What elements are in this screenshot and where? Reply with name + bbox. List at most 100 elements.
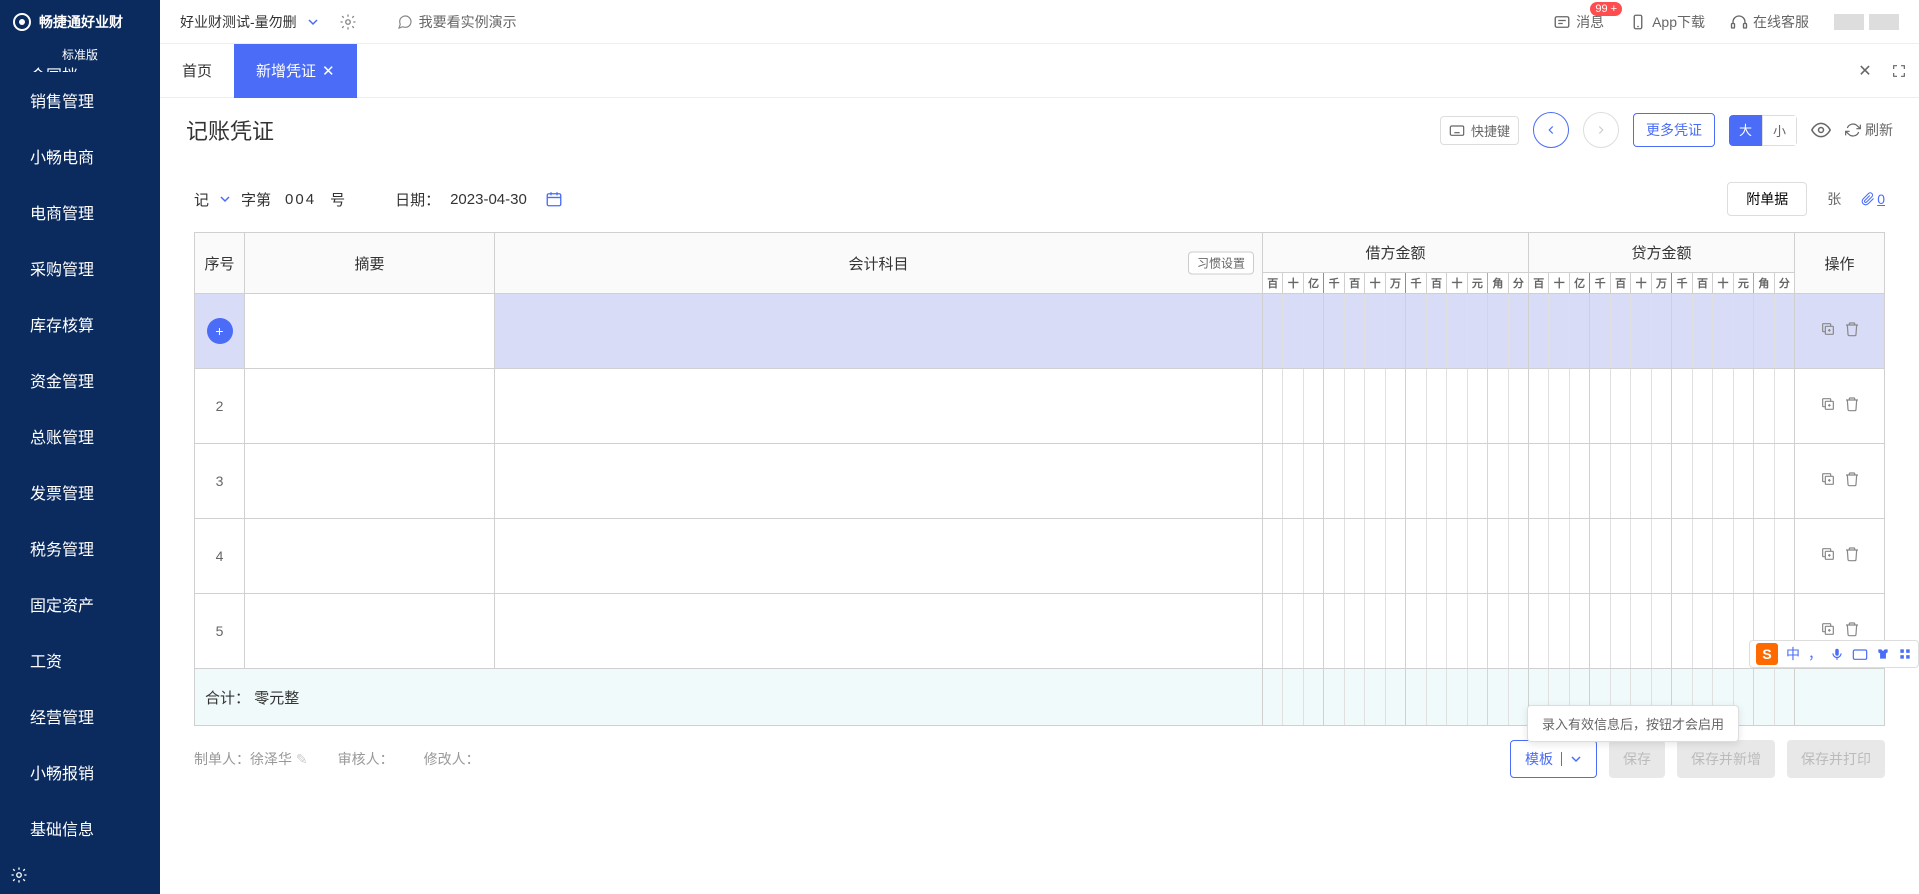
th-ops: 操作 <box>1795 233 1885 294</box>
close-all-tabs-button[interactable]: ✕ <box>1851 57 1879 85</box>
subject-cell[interactable] <box>495 444 1263 519</box>
table-row[interactable]: 5 <box>195 594 1885 669</box>
summary-cell[interactable] <box>245 369 495 444</box>
delete-row-icon[interactable] <box>1844 621 1860 637</box>
sidebar-item[interactable]: 库存核算 <box>0 296 160 352</box>
delete-row-icon[interactable] <box>1844 396 1860 412</box>
sidebar-settings[interactable] <box>0 856 160 894</box>
tab-home[interactable]: 首页 <box>160 44 234 98</box>
add-row-button[interactable]: + <box>207 318 233 344</box>
sidebar-item[interactable]: 经营管理 <box>0 688 160 744</box>
delete-row-icon[interactable] <box>1844 546 1860 562</box>
company-selector[interactable]: 好业财测试-量勿删 <box>180 12 319 32</box>
summary-cell[interactable] <box>245 294 495 369</box>
edit-icon[interactable]: ✎ <box>296 751 308 767</box>
sidebar-item[interactable]: 总账管理 <box>0 408 160 464</box>
ops-cell <box>1795 519 1885 594</box>
online-service-link[interactable]: 在线客服 <box>1730 12 1809 32</box>
debit-cell[interactable] <box>1263 444 1529 519</box>
ime-punct[interactable]: ， <box>1808 644 1822 664</box>
voucher-type[interactable]: 记 <box>194 189 209 210</box>
table-row[interactable]: 3 <box>195 444 1885 519</box>
copy-row-icon[interactable] <box>1820 546 1836 562</box>
voucher-number[interactable]: 004 <box>281 191 320 208</box>
sidebar-item[interactable]: 发票管理 <box>0 464 160 520</box>
shortcut-button[interactable]: 快捷键 <box>1440 116 1519 145</box>
fullscreen-button[interactable] <box>1885 57 1913 85</box>
subject-cell[interactable] <box>495 594 1263 669</box>
tab-close-icon[interactable]: ✕ <box>322 62 335 80</box>
debit-cell[interactable] <box>1263 519 1529 594</box>
seq-cell: 5 <box>195 594 245 669</box>
app-download-link[interactable]: App下载 <box>1629 12 1705 32</box>
delete-row-icon[interactable] <box>1844 321 1860 337</box>
sidebar-item[interactable]: 销售管理 <box>0 72 160 128</box>
sidebar-item[interactable]: 采购管理 <box>0 240 160 296</box>
copy-row-icon[interactable] <box>1820 321 1836 337</box>
summary-cell[interactable] <box>245 519 495 594</box>
debit-cell[interactable] <box>1263 369 1529 444</box>
ime-skin-icon[interactable] <box>1876 647 1890 661</box>
template-button[interactable]: 模板 <box>1510 740 1597 778</box>
tab-new-voucher[interactable]: 新增凭证 ✕ <box>234 44 357 98</box>
refresh-button[interactable]: 刷新 <box>1845 120 1893 140</box>
credit-cell[interactable] <box>1529 369 1795 444</box>
subject-cell[interactable] <box>495 294 1263 369</box>
copy-row-icon[interactable] <box>1820 621 1836 637</box>
ime-lang[interactable]: 中 <box>1786 644 1800 664</box>
sidebar-item[interactable]: 资金管理 <box>0 352 160 408</box>
credit-units: 百十亿千百十万千百十元角分 <box>1529 273 1795 294</box>
credit-cell[interactable] <box>1529 444 1795 519</box>
attach-document-button[interactable]: 附单据 <box>1727 182 1807 216</box>
messages-link[interactable]: 消息 99 + <box>1553 12 1604 32</box>
seq-cell: 3 <box>195 444 245 519</box>
phone-icon <box>1629 13 1647 31</box>
habit-settings-button[interactable]: 习惯设置 <box>1188 252 1254 275</box>
seq-cell: 4 <box>195 519 245 594</box>
top-right-links: 消息 99 + App下载 在线客服 <box>1553 12 1909 32</box>
sidebar-item[interactable]: 电商管理 <box>0 184 160 240</box>
ime-menu-icon[interactable] <box>1898 647 1912 661</box>
sidebar-item[interactable]: 小畅电商 <box>0 128 160 184</box>
sidebar-item[interactable]: 小畅报销 <box>0 744 160 800</box>
sidebar-item[interactable]: 税务管理 <box>0 520 160 576</box>
summary-cell[interactable] <box>245 444 495 519</box>
copy-row-icon[interactable] <box>1820 396 1836 412</box>
visibility-toggle[interactable] <box>1811 120 1831 140</box>
avatar-area[interactable] <box>1834 14 1899 30</box>
chevron-down-icon[interactable] <box>219 193 231 205</box>
subject-cell[interactable] <box>495 519 1263 594</box>
sidebar-item[interactable]: 固定资产 <box>0 576 160 632</box>
size-large-button[interactable]: 大 <box>1729 115 1762 146</box>
ime-voice-icon[interactable] <box>1830 647 1844 661</box>
sidebar-item[interactable]: 工资 <box>0 632 160 688</box>
nav-prev-button[interactable] <box>1533 112 1569 148</box>
sidebar-item[interactable]: 基础信息 <box>0 800 160 856</box>
delete-row-icon[interactable] <box>1844 471 1860 487</box>
sidebar-item-clipped[interactable]: 合同档 <box>0 62 160 72</box>
attach-unit: 张 <box>1827 189 1841 209</box>
seq-cell: 2 <box>195 369 245 444</box>
th-seq: 序号 <box>195 233 245 294</box>
table-row[interactable]: + <box>195 294 1885 369</box>
voucher-date[interactable]: 2023-04-30 <box>450 191 527 208</box>
ime-floating-bar[interactable]: S 中 ， <box>1749 640 1919 668</box>
table-row[interactable]: 2 <box>195 369 1885 444</box>
debit-cell[interactable] <box>1263 294 1529 369</box>
ime-keyboard-icon[interactable] <box>1852 647 1868 661</box>
copy-row-icon[interactable] <box>1820 471 1836 487</box>
credit-cell[interactable] <box>1529 519 1795 594</box>
logo-icon <box>10 10 34 34</box>
calendar-icon[interactable] <box>545 190 563 208</box>
more-vouchers-button[interactable]: 更多凭证 <box>1633 113 1715 147</box>
demo-link[interactable]: 我要看实例演示 <box>397 12 517 32</box>
summary-input[interactable] <box>247 296 492 366</box>
summary-cell[interactable] <box>245 594 495 669</box>
size-small-button[interactable]: 小 <box>1762 115 1797 146</box>
settings-gear-icon[interactable] <box>339 13 357 31</box>
subject-cell[interactable] <box>495 369 1263 444</box>
debit-cell[interactable] <box>1263 594 1529 669</box>
attachment-link[interactable]: 0 <box>1861 191 1885 207</box>
credit-cell[interactable] <box>1529 294 1795 369</box>
table-row[interactable]: 4 <box>195 519 1885 594</box>
